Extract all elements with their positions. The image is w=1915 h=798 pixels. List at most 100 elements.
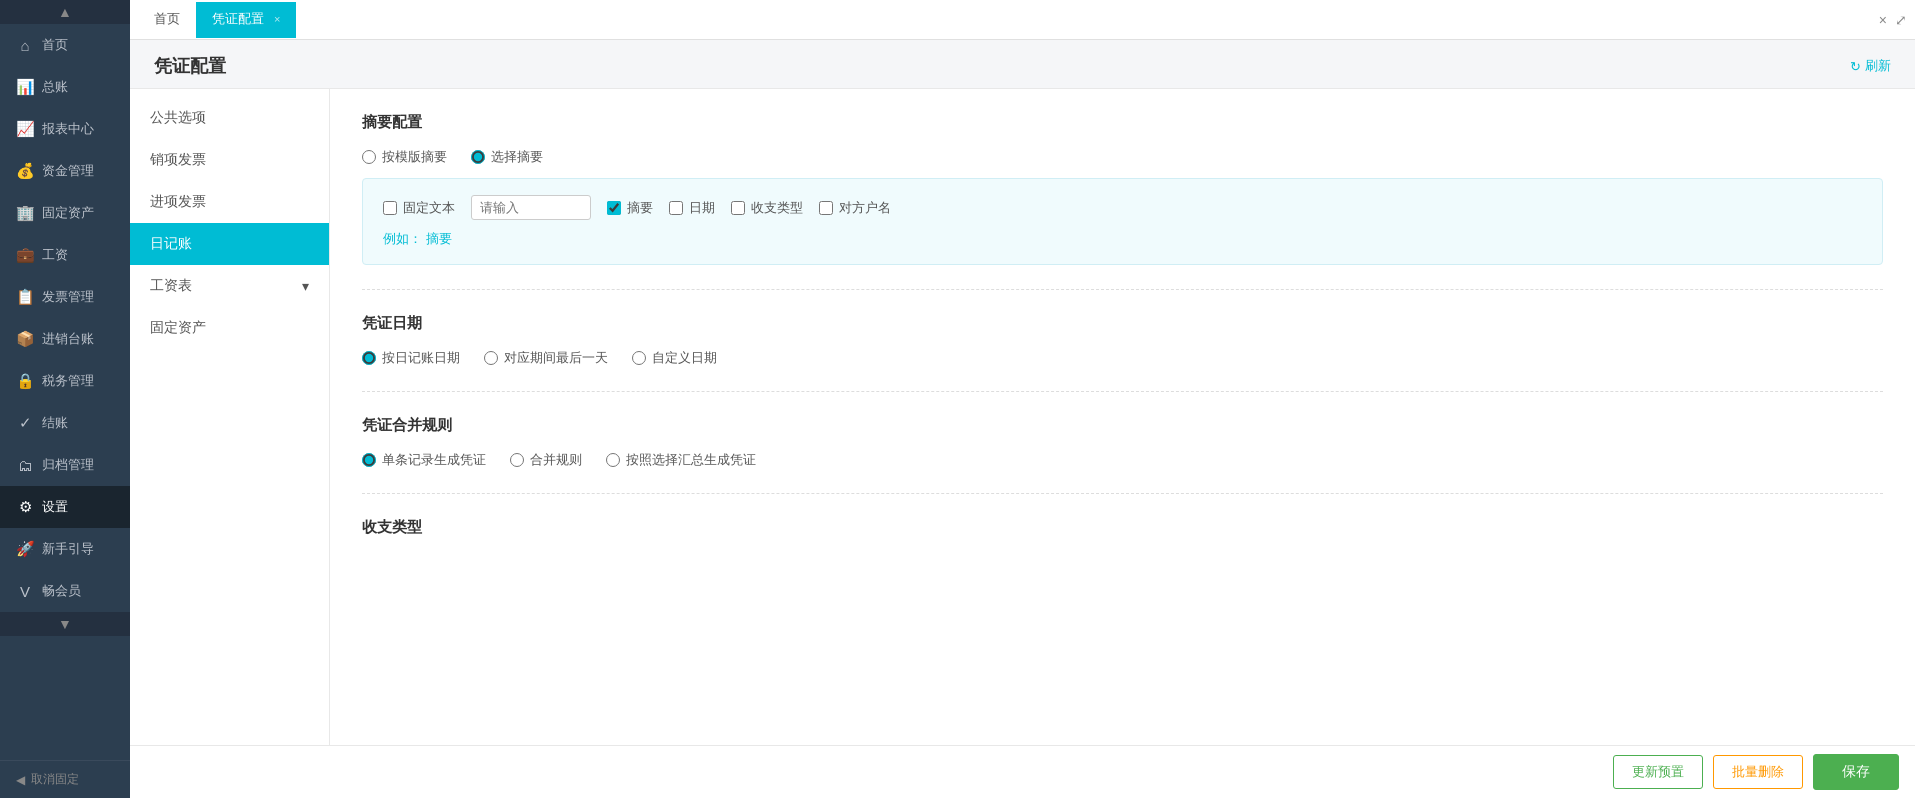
window-controls: × ⤢ <box>1879 12 1907 28</box>
fixed-assets-icon: 🏢 <box>16 204 34 222</box>
settings-icon: ⚙ <box>16 498 34 516</box>
left-nav-fixed-assets[interactable]: 固定资产 <box>130 307 329 349</box>
page-header: 凭证配置 ↻ 刷新 <box>130 40 1915 89</box>
save-button[interactable]: 保存 <box>1813 754 1899 790</box>
tab-voucher-config[interactable]: 凭证配置 × <box>196 2 296 38</box>
summary-section: 摘要配置 按模版摘要 选择摘要 <box>362 113 1883 290</box>
merge-radio-rule[interactable]: 合并规则 <box>510 451 582 469</box>
checkbox-counterpart[interactable]: 对方户名 <box>819 199 891 217</box>
guide-icon: 🚀 <box>16 540 34 558</box>
left-nav: 公共选项 销项发票 进项发票 日记账 工资表 ▾ 固定资产 <box>130 89 330 745</box>
sidebar: ▲ ⌂ 首页 📊 总账 📈 报表中心 💰 资金管理 🏢 固定资产 💼 工资 📋 … <box>0 0 130 798</box>
sidebar-item-ledger[interactable]: 📊 总账 <box>0 66 130 108</box>
batch-delete-button[interactable]: 批量删除 <box>1713 755 1803 789</box>
income-type-checkbox[interactable] <box>731 201 745 215</box>
left-nav-payroll-table[interactable]: 工资表 ▾ <box>130 265 329 307</box>
summary-section-title: 摘要配置 <box>362 113 1883 132</box>
summary-select-radio[interactable] <box>471 150 485 164</box>
sidebar-scroll-up[interactable]: ▲ <box>0 0 130 24</box>
summary-radio-select[interactable]: 选择摘要 <box>471 148 543 166</box>
vip-icon: V <box>16 583 34 600</box>
date-radio-last-period[interactable]: 对应期间最后一天 <box>484 349 608 367</box>
refresh-button[interactable]: ↻ 刷新 <box>1850 57 1891 75</box>
merge-section-title: 凭证合并规则 <box>362 416 1883 435</box>
date-checkbox[interactable] <box>669 201 683 215</box>
journal-date-radio[interactable] <box>362 351 376 365</box>
merge-radio-single[interactable]: 单条记录生成凭证 <box>362 451 486 469</box>
window-maximize-btn[interactable]: ⤢ <box>1895 12 1907 28</box>
sidebar-item-vip[interactable]: V 畅会员 <box>0 570 130 612</box>
sidebar-scroll-down[interactable]: ▼ <box>0 612 130 636</box>
merge-radio-select[interactable]: 按照选择汇总生成凭证 <box>606 451 756 469</box>
date-section-title: 凭证日期 <box>362 314 1883 333</box>
settlement-icon: ✓ <box>16 414 34 432</box>
merge-radio-group: 单条记录生成凭证 合并规则 按照选择汇总生成凭证 <box>362 451 1883 469</box>
content-area: 公共选项 销项发票 进项发票 日记账 工资表 ▾ 固定资产 <box>130 89 1915 745</box>
window-close-btn[interactable]: × <box>1879 12 1887 28</box>
sidebar-item-settlement[interactable]: ✓ 结账 <box>0 402 130 444</box>
checkbox-income-type[interactable]: 收支类型 <box>731 199 803 217</box>
summary-config-box: 固定文本 摘要 日期 <box>362 178 1883 265</box>
left-nav-sales-invoice[interactable]: 销项发票 <box>130 139 329 181</box>
tax-icon: 🔒 <box>16 372 34 390</box>
tab-bar: 首页 凭证配置 × × ⤢ <box>130 0 1915 40</box>
date-radio-custom[interactable]: 自定义日期 <box>632 349 717 367</box>
update-preview-button[interactable]: 更新预置 <box>1613 755 1703 789</box>
pin-icon: ◀ <box>16 773 25 787</box>
sidebar-item-guide[interactable]: 🚀 新手引导 <box>0 528 130 570</box>
date-radio-journal[interactable]: 按日记账日期 <box>362 349 460 367</box>
summary-template-radio[interactable] <box>362 150 376 164</box>
income-section: 收支类型 <box>362 518 1883 537</box>
funds-icon: 💰 <box>16 162 34 180</box>
summary-checkbox-row: 固定文本 摘要 日期 <box>383 195 1862 220</box>
sidebar-item-payroll[interactable]: 💼 工资 <box>0 234 130 276</box>
single-record-radio[interactable] <box>362 453 376 467</box>
refresh-icon: ↻ <box>1850 59 1861 74</box>
left-nav-journal[interactable]: 日记账 <box>130 223 329 265</box>
purchase-sales-icon: 📦 <box>16 330 34 348</box>
last-period-radio[interactable] <box>484 351 498 365</box>
summary-radio-template[interactable]: 按模版摘要 <box>362 148 447 166</box>
counterpart-checkbox[interactable] <box>819 201 833 215</box>
invoice-mgmt-icon: 📋 <box>16 288 34 306</box>
checkbox-abstract[interactable]: 摘要 <box>607 199 653 217</box>
custom-date-radio[interactable] <box>632 351 646 365</box>
income-section-title: 收支类型 <box>362 518 1883 537</box>
merge-section: 凭证合并规则 单条记录生成凭证 合并规则 按照选择汇总生成凭证 <box>362 416 1883 494</box>
page-title: 凭证配置 <box>154 54 226 78</box>
fixed-text-checkbox[interactable] <box>383 201 397 215</box>
date-section: 凭证日期 按日记账日期 对应期间最后一天 自定义日期 <box>362 314 1883 392</box>
sidebar-item-invoice-mgmt[interactable]: 📋 发票管理 <box>0 276 130 318</box>
sidebar-item-tax[interactable]: 🔒 税务管理 <box>0 360 130 402</box>
tab-home[interactable]: 首页 <box>138 2 196 38</box>
date-radio-group: 按日记账日期 对应期间最后一天 自定义日期 <box>362 349 1883 367</box>
archive-icon: 🗂 <box>16 457 34 474</box>
ledger-icon: 📊 <box>16 78 34 96</box>
sidebar-item-fixed-assets[interactable]: 🏢 固定资产 <box>0 192 130 234</box>
checkbox-date[interactable]: 日期 <box>669 199 715 217</box>
main-content: 首页 凭证配置 × × ⤢ 凭证配置 ↻ 刷新 公共选项 <box>130 0 1915 798</box>
sidebar-item-reports[interactable]: 📈 报表中心 <box>0 108 130 150</box>
tab-close-icon[interactable]: × <box>274 13 280 25</box>
sidebar-item-funds[interactable]: 💰 资金管理 <box>0 150 130 192</box>
select-merge-radio[interactable] <box>606 453 620 467</box>
sidebar-item-purchase-sales[interactable]: 📦 进销台账 <box>0 318 130 360</box>
summary-example: 例如： 摘要 <box>383 230 1862 248</box>
sidebar-item-archive[interactable]: 🗂 归档管理 <box>0 444 130 486</box>
summary-radio-group: 按模版摘要 选择摘要 <box>362 148 1883 166</box>
payroll-icon: 💼 <box>16 246 34 264</box>
fixed-text-input[interactable] <box>471 195 591 220</box>
left-nav-purchase-invoice[interactable]: 进项发票 <box>130 181 329 223</box>
right-content: 摘要配置 按模版摘要 选择摘要 <box>330 89 1915 745</box>
abstract-checkbox[interactable] <box>607 201 621 215</box>
merge-rule-radio[interactable] <box>510 453 524 467</box>
home-icon: ⌂ <box>16 37 34 54</box>
sidebar-item-home[interactable]: ⌂ 首页 <box>0 24 130 66</box>
left-nav-public[interactable]: 公共选项 <box>130 97 329 139</box>
cancel-pin-button[interactable]: ◀ 取消固定 <box>0 760 130 798</box>
reports-icon: 📈 <box>16 120 34 138</box>
sidebar-item-settings[interactable]: ⚙ 设置 <box>0 486 130 528</box>
checkbox-fixed-text[interactable]: 固定文本 <box>383 199 455 217</box>
bottom-bar: 更新预置 批量删除 保存 <box>130 745 1915 798</box>
page-container: 凭证配置 ↻ 刷新 公共选项 销项发票 进项发票 日记账 <box>130 40 1915 798</box>
